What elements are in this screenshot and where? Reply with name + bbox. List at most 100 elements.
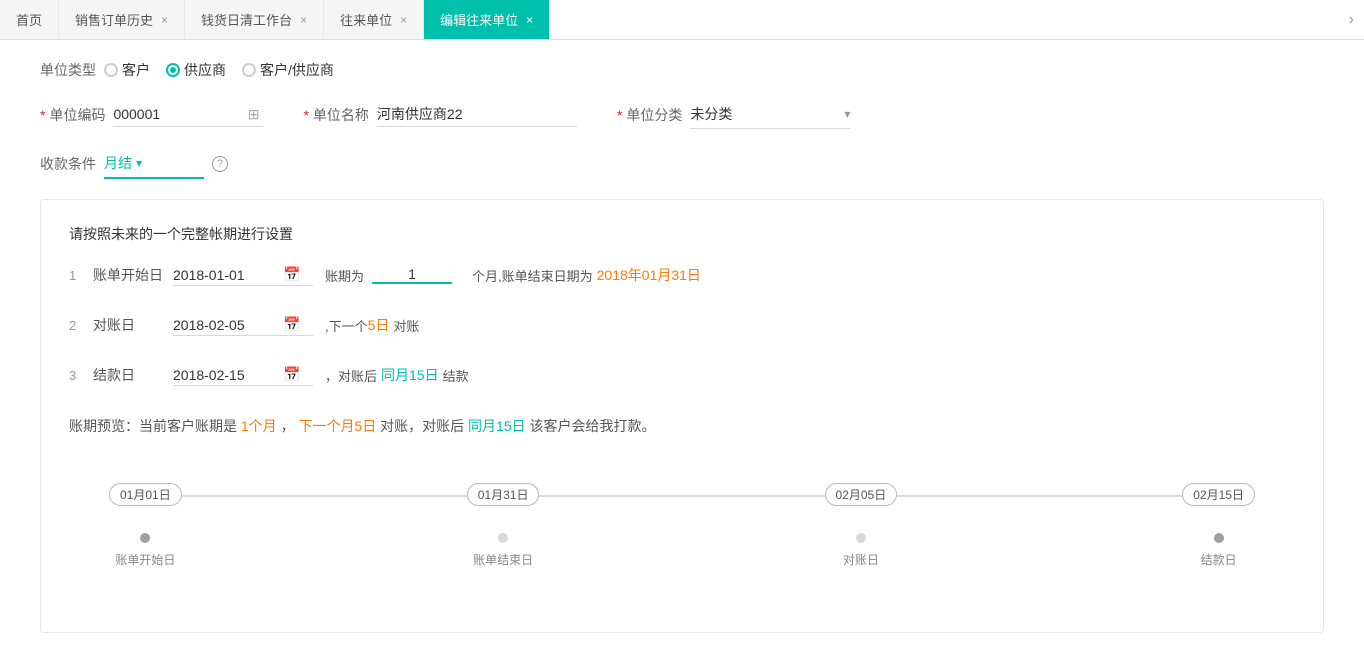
radio-customer[interactable]: 客户: [104, 60, 150, 80]
tab-cash-work-label: 钱货日清工作台: [201, 10, 292, 29]
radio-supplier[interactable]: 供应商: [166, 60, 226, 80]
preview-sep1: ，: [281, 418, 295, 434]
tab-partners-label: 往来单位: [340, 10, 392, 29]
timeline-nodes: 01月01日 账单开始日 01月31日 账单结束日 02月05日 对账日 02月…: [69, 483, 1295, 568]
row1-num: 1: [69, 268, 93, 283]
category-select[interactable]: 未分类 ▾: [690, 100, 850, 129]
timeline-label-3: 结款日: [1201, 551, 1237, 568]
tab-cash-work-close[interactable]: ×: [300, 13, 307, 27]
timeline-badge-3: 02月15日: [1182, 483, 1255, 506]
row1-suffix-before: 账期为: [325, 266, 364, 285]
tab-edit-partner-close[interactable]: ×: [526, 13, 533, 27]
timeline-label-2: 对账日: [843, 551, 879, 568]
category-field-group: * 单位分类 未分类 ▾: [617, 100, 850, 129]
period-input[interactable]: [372, 266, 452, 284]
payment-row: 收款条件 月结 ▾ ?: [40, 149, 1324, 179]
name-field-group: * 单位名称: [303, 102, 576, 127]
settlement-date-row: 3 结款日 📅 ，对账后 同月15日 结款: [69, 364, 1295, 386]
unit-type-label: 单位类型: [40, 60, 96, 80]
radio-both[interactable]: 客户/供应商: [242, 60, 334, 80]
payment-select-value: 月结: [104, 153, 132, 173]
category-label: 单位分类: [626, 105, 682, 125]
reconcile-date-input[interactable]: [173, 317, 283, 333]
name-input-wrap: [377, 102, 577, 127]
preview-part1: 1个月: [241, 418, 277, 434]
row1-suffix-after: 个月,账单结束日期为: [472, 266, 593, 285]
row2-num: 2: [69, 318, 93, 333]
preview-end: 该客户会给我打款。: [530, 418, 656, 434]
settlement-date-input-wrap: 📅: [173, 364, 313, 386]
tab-cash-work[interactable]: 钱货日清工作台 ×: [185, 0, 324, 39]
row3-after: 结款: [443, 366, 469, 385]
preview-sep2: 对账，对账后: [380, 418, 464, 434]
cat-required-star: *: [617, 107, 622, 123]
row3-num: 3: [69, 368, 93, 383]
payment-label: 收款条件: [40, 154, 96, 174]
code-input-wrap: ⊞: [113, 102, 263, 127]
row2-after: 对账: [393, 316, 419, 335]
payment-chevron-down-icon: ▾: [136, 156, 142, 170]
tab-sales-history-close[interactable]: ×: [161, 13, 168, 27]
radio-both-label: 客户/供应商: [260, 60, 334, 80]
timeline-label-0: 账单开始日: [115, 551, 175, 568]
row3-type: 结款日: [93, 365, 173, 385]
main-content: 单位类型 客户 供应商 客户/供应商 * 单位编码 ⊞: [0, 40, 1364, 653]
panel-hint: 请按照未来的一个完整帐期进行设置: [69, 224, 1295, 244]
preview-label: 账期预览：当前客户账期是: [69, 418, 237, 434]
tab-home-label: 首页: [16, 10, 42, 29]
timeline-dot-0: [140, 533, 150, 543]
name-required-star: *: [303, 107, 308, 123]
radio-supplier-circle: [166, 63, 180, 77]
name-label: 单位名称: [313, 105, 369, 125]
code-copy-icon[interactable]: ⊞: [248, 106, 260, 123]
timeline-dot-3: [1214, 533, 1224, 543]
tab-home[interactable]: 首页: [0, 0, 59, 39]
timeline-badge-1: 01月31日: [467, 483, 540, 506]
tab-edit-partner-label: 编辑往来单位: [440, 10, 518, 29]
timeline-badge-2: 02月05日: [825, 483, 898, 506]
start-date-calendar-icon[interactable]: 📅: [283, 266, 300, 283]
settings-panel: 请按照未来的一个完整帐期进行设置 1 账单开始日 📅 账期为 个月,账单结束日期…: [40, 199, 1324, 633]
row1-highlight: 2018年01月31日: [597, 265, 701, 285]
row3-before: ，对账后: [325, 366, 377, 385]
radio-both-circle: [242, 63, 256, 77]
name-input[interactable]: [377, 102, 577, 127]
tab-sales-history-label: 销售订单历史: [75, 10, 153, 29]
timeline-dot-2: [856, 533, 866, 543]
tab-partners-close[interactable]: ×: [400, 13, 407, 27]
radio-supplier-label: 供应商: [184, 60, 226, 80]
timeline-node-1: 01月31日 账单结束日: [467, 483, 540, 568]
preview-part2: 下一个月5日: [298, 418, 376, 434]
timeline-node-3: 02月15日 结款日: [1182, 483, 1255, 568]
timeline: 01月01日 账单开始日 01月31日 账单结束日 02月05日 对账日 02月…: [69, 463, 1295, 608]
start-date-input[interactable]: [173, 267, 283, 283]
tab-sales-history[interactable]: 销售订单历史 ×: [59, 0, 185, 39]
row2-highlight: 5日: [368, 315, 390, 335]
unit-type-radio-group: 客户 供应商 客户/供应商: [104, 60, 334, 80]
payment-help-icon[interactable]: ?: [212, 156, 228, 172]
code-input[interactable]: [113, 102, 263, 127]
unit-type-row: 单位类型 客户 供应商 客户/供应商: [40, 60, 1324, 80]
reconcile-date-row: 2 对账日 📅 ,下一个 5日 对账: [69, 314, 1295, 336]
code-field-group: * 单位编码 ⊞: [40, 102, 263, 127]
row2-before: ,下一个: [325, 316, 368, 335]
tabs-arrow[interactable]: ›: [1339, 11, 1364, 29]
radio-customer-label: 客户: [122, 60, 150, 80]
category-select-value: 未分类: [690, 104, 836, 124]
preview-section: 账期预览：当前客户账期是 1个月 ， 下一个月5日 对账，对账后 同月15日 该…: [69, 414, 1295, 439]
settlement-date-input[interactable]: [173, 367, 283, 383]
reconcile-date-input-wrap: 📅: [173, 314, 313, 336]
reconcile-date-calendar-icon[interactable]: 📅: [283, 316, 300, 333]
timeline-node-0: 01月01日 账单开始日: [109, 483, 182, 568]
radio-customer-circle: [104, 63, 118, 77]
start-date-input-wrap: 📅: [173, 264, 313, 286]
preview-part3: 同月15日: [468, 418, 526, 434]
row3-highlight: 同月15日: [381, 365, 439, 385]
start-date-row: 1 账单开始日 📅 账期为 个月,账单结束日期为 2018年01月31日: [69, 264, 1295, 286]
tab-partners[interactable]: 往来单位 ×: [324, 0, 424, 39]
payment-select[interactable]: 月结 ▾: [104, 149, 204, 179]
settlement-date-calendar-icon[interactable]: 📅: [283, 366, 300, 383]
tab-edit-partner[interactable]: 编辑往来单位 ×: [424, 0, 550, 39]
tabs-bar: 首页 销售订单历史 × 钱货日清工作台 × 往来单位 × 编辑往来单位 × ›: [0, 0, 1364, 40]
timeline-dot-1: [498, 533, 508, 543]
